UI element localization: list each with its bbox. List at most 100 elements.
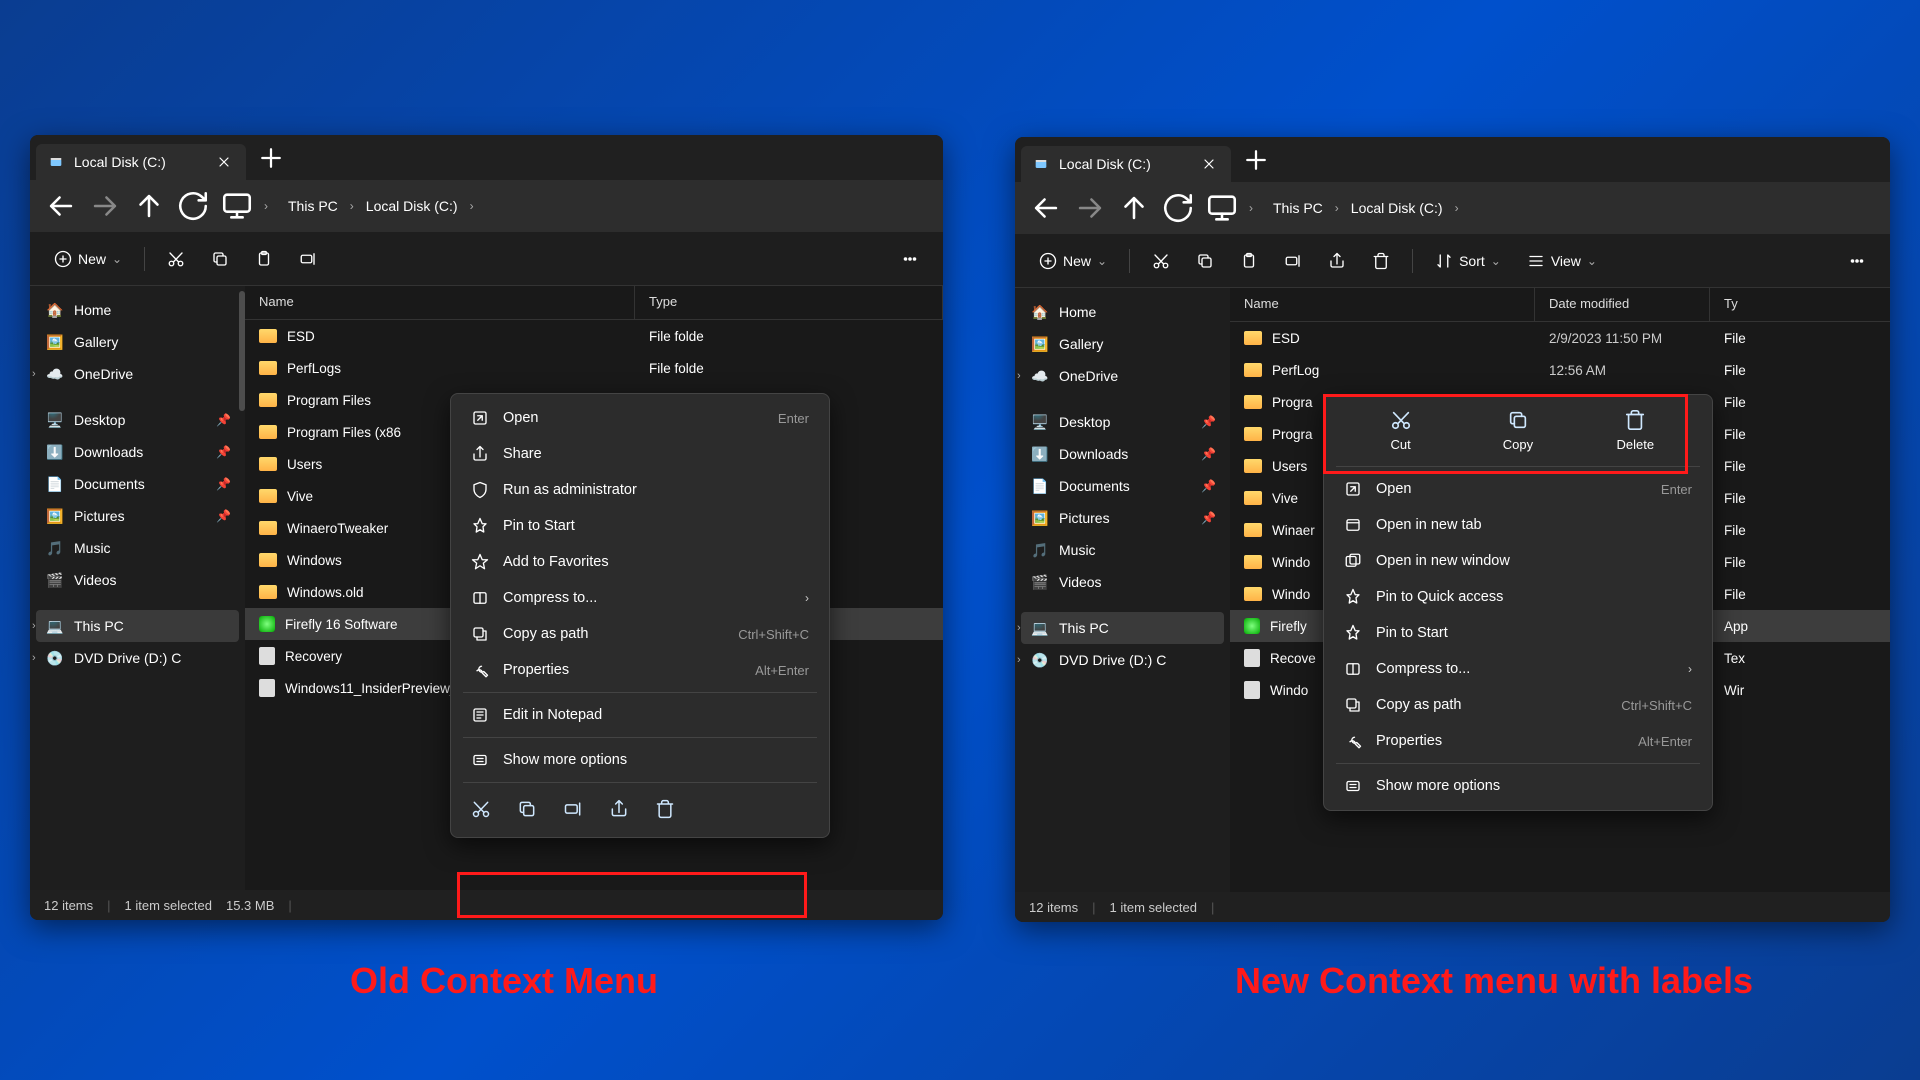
sidebar-documents[interactable]: 📄Documents📌	[36, 468, 239, 500]
new-button[interactable]: New⌄	[44, 242, 132, 276]
ctx-delete-button[interactable]: Delete	[1600, 409, 1670, 452]
breadcrumb-local-disk[interactable]: Local Disk (C:)	[360, 194, 464, 218]
col-name[interactable]: Name	[1230, 288, 1535, 321]
sidebar-desktop[interactable]: 🖥️Desktop📌	[1021, 406, 1224, 438]
more-button[interactable]	[891, 242, 929, 276]
ctx-copy-button[interactable]: Copy	[1483, 409, 1553, 452]
sidebar-this-pc[interactable]: ›💻This PC	[1021, 612, 1224, 644]
sidebar-dvd[interactable]: ›💿DVD Drive (D:) C	[36, 642, 239, 674]
ctx-rename-icon-button[interactable]	[559, 795, 587, 823]
refresh-button[interactable]	[1161, 191, 1195, 225]
col-name[interactable]: Name	[245, 286, 635, 319]
ctx-add-fav[interactable]: Add to Favorites	[457, 544, 823, 580]
paste-button[interactable]	[1230, 244, 1268, 278]
share-button[interactable]	[1318, 244, 1356, 278]
more-button[interactable]	[1838, 244, 1876, 278]
ctx-label: Delete	[1617, 437, 1655, 452]
col-type[interactable]: Type	[635, 286, 943, 319]
back-button[interactable]	[1029, 191, 1063, 225]
cut-button[interactable]	[1142, 244, 1180, 278]
sidebar-music[interactable]: 🎵Music	[36, 532, 239, 564]
refresh-button[interactable]	[176, 189, 210, 223]
tab-local-disk[interactable]: Local Disk (C:)	[1021, 146, 1231, 182]
cut-button[interactable]	[157, 242, 195, 276]
ctx-share-icon-button[interactable]	[605, 795, 633, 823]
ctx-share[interactable]: Share	[457, 436, 823, 472]
ctx-pin-qa[interactable]: Pin to Quick access	[1330, 579, 1706, 615]
ctx-copy-path[interactable]: Copy as pathCtrl+Shift+C	[1330, 687, 1706, 723]
sidebar-onedrive[interactable]: ›☁️OneDrive	[1021, 360, 1224, 392]
sidebar-music[interactable]: 🎵Music	[1021, 534, 1224, 566]
new-tab-button[interactable]	[1241, 145, 1271, 175]
sidebar-this-pc[interactable]: ›💻This PC	[36, 610, 239, 642]
file-row[interactable]: PerfLogs File folde	[245, 352, 943, 384]
sidebar-pictures[interactable]: 🖼️Pictures📌	[36, 500, 239, 532]
paste-button[interactable]	[245, 242, 283, 276]
ctx-delete-icon-button[interactable]	[651, 795, 679, 823]
ctx-pin-start[interactable]: Pin to Start	[457, 508, 823, 544]
ctx-cut-button[interactable]: Cut	[1366, 409, 1436, 452]
sidebar-videos[interactable]: 🎬Videos	[1021, 566, 1224, 598]
ctx-more-options[interactable]: Show more options	[457, 742, 823, 778]
delete-button[interactable]	[1362, 244, 1400, 278]
ctx-pin-start[interactable]: Pin to Start	[1330, 615, 1706, 651]
rename-button[interactable]	[289, 242, 327, 276]
divider	[463, 737, 817, 738]
sidebar-home[interactable]: 🏠Home	[36, 294, 239, 326]
sidebar-desktop[interactable]: 🖥️Desktop📌	[36, 404, 239, 436]
back-button[interactable]	[44, 189, 78, 223]
close-tab-button[interactable]	[216, 154, 232, 170]
file-row[interactable]: PerfLog 12:56 AM File	[1230, 354, 1890, 386]
chevron-right-icon: ›	[1335, 201, 1339, 215]
ctx-copy-path[interactable]: Copy as pathCtrl+Shift+C	[457, 616, 823, 652]
col-type[interactable]: Ty	[1710, 288, 1890, 321]
ctx-more-options[interactable]: Show more options	[1330, 768, 1706, 804]
ctx-open[interactable]: OpenEnter	[457, 400, 823, 436]
sidebar-onedrive[interactable]: ›☁️OneDrive	[36, 358, 239, 390]
sidebar-gallery[interactable]: 🖼️Gallery	[1021, 328, 1224, 360]
plus-circle-icon	[1039, 252, 1057, 270]
ctx-open-tab[interactable]: Open in new tab	[1330, 507, 1706, 543]
view-button[interactable]: View⌄	[1517, 244, 1607, 278]
file-row[interactable]: ESD File folde	[245, 320, 943, 352]
forward-button[interactable]	[88, 189, 122, 223]
file-type: File	[1710, 331, 1890, 346]
sidebar-videos[interactable]: 🎬Videos	[36, 564, 239, 596]
ctx-copy-icon-button[interactable]	[513, 795, 541, 823]
col-date[interactable]: Date modified	[1535, 288, 1710, 321]
up-button[interactable]	[1117, 191, 1151, 225]
ctx-compress[interactable]: Compress to...›	[1330, 651, 1706, 687]
breadcrumb-this-pc[interactable]: This PC	[282, 194, 344, 218]
ctx-compress[interactable]: Compress to...›	[457, 580, 823, 616]
ctx-open[interactable]: OpenEnter	[1330, 471, 1706, 507]
pc-icon-button[interactable]	[1205, 191, 1239, 225]
breadcrumb-local-disk[interactable]: Local Disk (C:)	[1345, 196, 1449, 220]
sidebar-dvd[interactable]: ›💿DVD Drive (D:) C	[1021, 644, 1224, 676]
ctx-runas[interactable]: Run as administrator	[457, 472, 823, 508]
ctx-properties[interactable]: PropertiesAlt+Enter	[1330, 723, 1706, 759]
file-row[interactable]: ESD 2/9/2023 11:50 PM File	[1230, 322, 1890, 354]
sidebar-downloads[interactable]: ⬇️Downloads📌	[1021, 438, 1224, 470]
new-button[interactable]: New⌄	[1029, 244, 1117, 278]
ctx-label: Add to Favorites	[503, 554, 609, 570]
sidebar-home[interactable]: 🏠Home	[1021, 296, 1224, 328]
rename-button[interactable]	[1274, 244, 1312, 278]
copy-button[interactable]	[1186, 244, 1224, 278]
ctx-edit-notepad[interactable]: Edit in Notepad	[457, 697, 823, 733]
file-type: Wir	[1710, 683, 1890, 698]
sort-button[interactable]: Sort⌄	[1425, 244, 1511, 278]
sidebar-documents[interactable]: 📄Documents📌	[1021, 470, 1224, 502]
sidebar-pictures[interactable]: 🖼️Pictures📌	[1021, 502, 1224, 534]
pc-icon-button[interactable]	[220, 189, 254, 223]
new-tab-button[interactable]	[256, 143, 286, 173]
ctx-open-win[interactable]: Open in new window	[1330, 543, 1706, 579]
forward-button[interactable]	[1073, 191, 1107, 225]
sidebar-downloads[interactable]: ⬇️Downloads📌	[36, 436, 239, 468]
breadcrumb-this-pc[interactable]: This PC	[1267, 196, 1329, 220]
sidebar-gallery[interactable]: 🖼️Gallery	[36, 326, 239, 358]
ctx-properties[interactable]: PropertiesAlt+Enter	[457, 652, 823, 688]
tab-local-disk[interactable]: Local Disk (C:)	[36, 144, 246, 180]
up-button[interactable]	[132, 189, 166, 223]
close-tab-button[interactable]	[1201, 156, 1217, 172]
copy-button[interactable]	[201, 242, 239, 276]
